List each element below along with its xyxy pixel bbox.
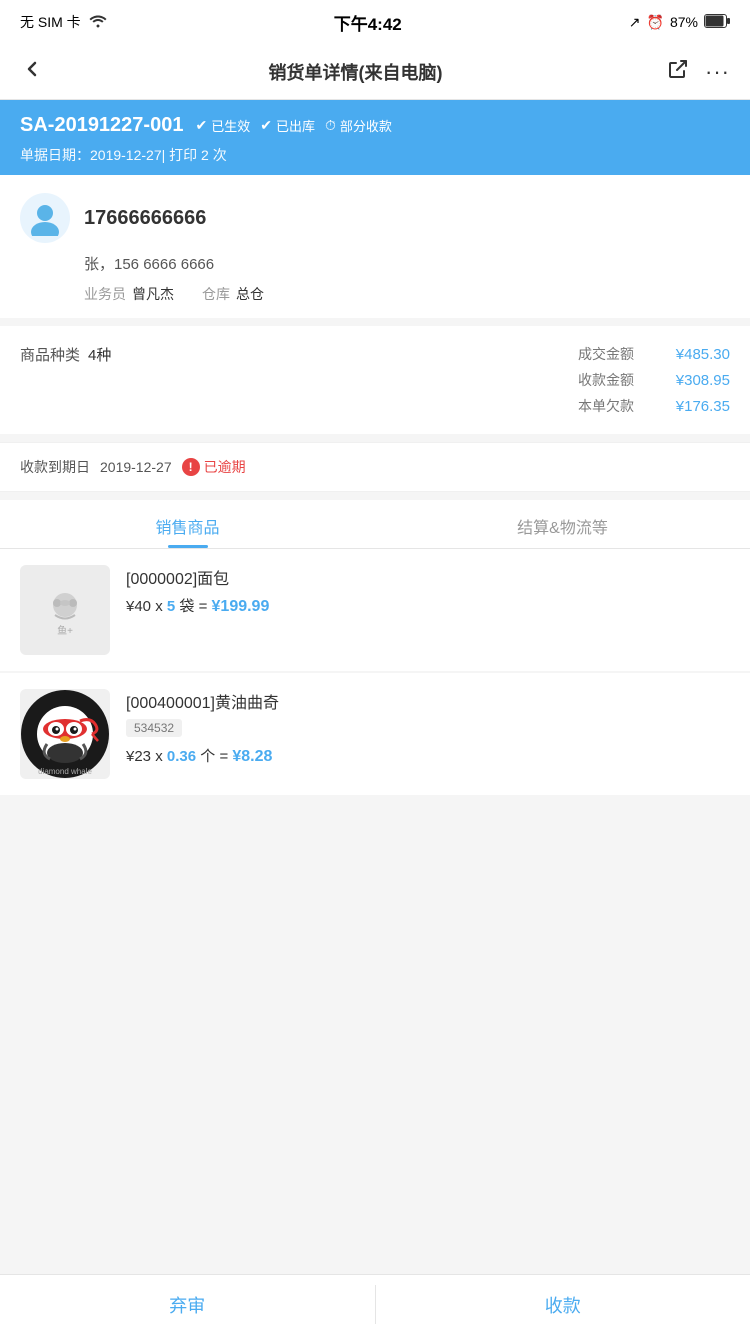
nav-actions: ··· — [667, 58, 730, 86]
overdue-dot-icon: ! — [182, 458, 200, 476]
badge-shipped: ✔ 已出库 — [260, 116, 315, 135]
location-icon: ↗ — [629, 14, 641, 31]
svg-text:diamond whale: diamond whale — [38, 767, 92, 776]
tabs-section: 销售商品 结算&物流等 — [0, 500, 750, 549]
tab-products[interactable]: 销售商品 — [0, 500, 375, 548]
stats-left: 商品种类 4种 — [20, 344, 111, 365]
status-left: 无 SIM 卡 — [20, 12, 107, 32]
check-icon-2: ✔ — [260, 117, 272, 134]
clock-icon: ⏱ — [325, 117, 336, 134]
product-details-2: [000400001]黄油曲奇 534532 ¥23 x 0.36 个 = ¥8… — [126, 689, 730, 766]
due-label: 收款到期日 — [20, 457, 90, 477]
header-banner: SA-20191227-001 ✔ 已生效 ✔ 已出库 ⏱ 部分收款 单据日期：… — [0, 100, 750, 175]
total-highlight-2: ¥8.28 — [232, 748, 272, 765]
stats-right: 成交金额 ¥485.30 收款金额 ¥308.95 本单欠款 ¥176.35 — [578, 344, 730, 416]
avatar — [20, 193, 70, 243]
cancel-button[interactable]: 弃审 — [0, 1275, 375, 1334]
back-button[interactable] — [20, 57, 44, 87]
bottom-bar: 弃审 收款 — [0, 1274, 750, 1334]
overdue-badge: ! 已逾期 — [182, 457, 246, 477]
order-id: SA-20191227-001 — [20, 114, 183, 137]
product-tag-2: 534532 — [126, 719, 182, 737]
product-price-2: ¥23 x 0.36 个 = ¥8.28 — [126, 745, 730, 766]
more-icon[interactable]: ··· — [705, 59, 730, 85]
customer-meta: 业务员 曾凡杰 仓库 总仓 — [84, 284, 730, 304]
stat-collection: 收款金额 ¥308.95 — [578, 370, 730, 390]
due-date-value: 2019-12-27 — [100, 459, 172, 475]
product-name-1: [0000002]面包 — [126, 565, 730, 589]
product-thumb-2: diamond whale — [20, 689, 110, 779]
product-list: 鱼+ [0000002]面包 ¥40 x 5 袋 = ¥199.99 — [0, 549, 750, 795]
status-bar: 无 SIM 卡 下午4:42 ↗ ⏰ 87% — [0, 0, 750, 44]
share-icon[interactable] — [667, 58, 689, 86]
badge-activated: ✔ 已生效 — [195, 116, 250, 135]
product-thumb-1: 鱼+ — [20, 565, 110, 655]
page-title: 销货单详情(来自电脑) — [269, 59, 443, 85]
stat-transaction: 成交金额 ¥485.30 — [578, 344, 730, 364]
wifi-icon — [89, 14, 107, 31]
overdue-text: 已逾期 — [204, 457, 246, 477]
status-right: ↗ ⏰ 87% — [629, 14, 730, 31]
qty-highlight-2: 0.36 — [167, 748, 196, 765]
list-item: 鱼+ [0000002]面包 ¥40 x 5 袋 = ¥199.99 — [0, 549, 750, 671]
customer-phone-main: 17666666666 — [84, 207, 206, 230]
battery-text: 87% — [670, 14, 698, 30]
stats-section: 商品种类 4种 成交金额 ¥485.30 收款金额 ¥308.95 本单欠款 ¥… — [0, 326, 750, 434]
product-price-1: ¥40 x 5 袋 = ¥199.99 — [126, 595, 730, 616]
qty-highlight-1: 5 — [167, 598, 175, 615]
confirm-button[interactable]: 收款 — [376, 1275, 750, 1334]
product-name-2: [000400001]黄油曲奇 — [126, 689, 730, 713]
status-time: 下午4:42 — [334, 10, 402, 35]
stats-row: 商品种类 4种 成交金额 ¥485.30 收款金额 ¥308.95 本单欠款 ¥… — [20, 344, 730, 416]
badge-partial: ⏱ 部分收款 — [325, 116, 392, 135]
header-badges: ✔ 已生效 ✔ 已出库 ⏱ 部分收款 — [195, 116, 391, 135]
alarm-icon: ⏰ — [647, 14, 664, 31]
tab-active-indicator — [168, 545, 208, 548]
stat-debt: 本单欠款 ¥176.35 — [578, 396, 730, 416]
nav-bar: 销货单详情(来自电脑) ··· — [0, 44, 750, 100]
customer-sub-info: 张，156 6666 6666 — [84, 253, 730, 278]
list-item: diamond whale [000400001]黄油曲奇 534532 ¥23… — [0, 673, 750, 795]
meta-sales: 业务员 曾凡杰 — [84, 284, 174, 304]
due-section: 收款到期日 2019-12-27 ! 已逾期 — [0, 442, 750, 492]
customer-top: 17666666666 — [20, 193, 730, 243]
check-icon-1: ✔ — [195, 117, 207, 134]
product-details-1: [0000002]面包 ¥40 x 5 袋 = ¥199.99 — [126, 565, 730, 616]
svg-text:鱼+: 鱼+ — [57, 624, 73, 637]
battery-icon — [704, 14, 730, 31]
customer-section: 17666666666 张，156 6666 6666 业务员 曾凡杰 仓库 总… — [0, 175, 750, 318]
carrier-text: 无 SIM 卡 — [20, 12, 81, 32]
tab-settlement[interactable]: 结算&物流等 — [375, 500, 750, 548]
meta-warehouse: 仓库 总仓 — [202, 284, 264, 304]
banner-date-row: 单据日期：2019-12-27| 打印 2 次 — [20, 145, 730, 165]
total-highlight-1: ¥199.99 — [212, 598, 270, 615]
